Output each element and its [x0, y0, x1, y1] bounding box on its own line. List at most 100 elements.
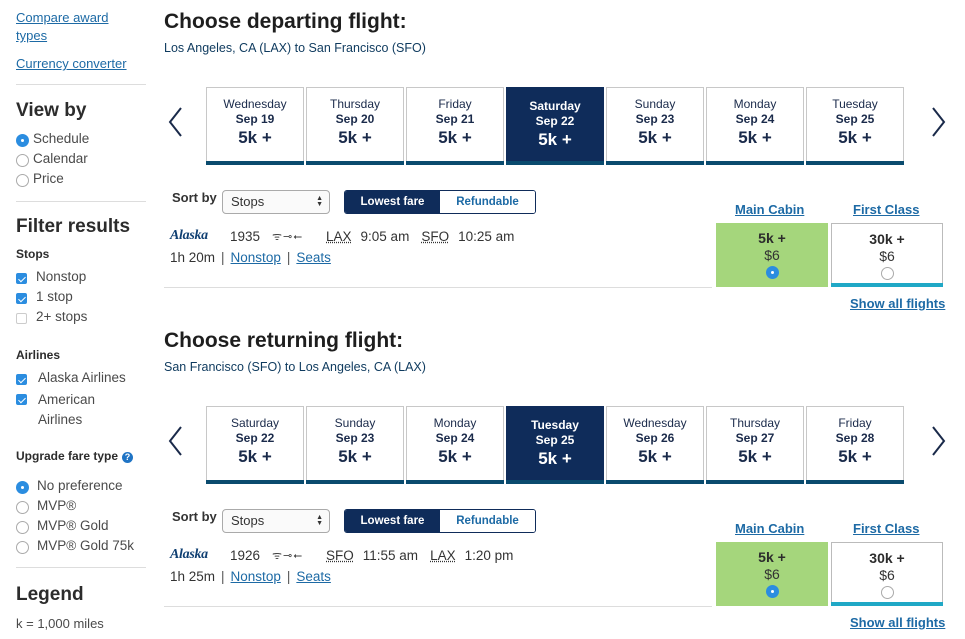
upgrade-mvp[interactable]: MVP® [16, 498, 76, 514]
filter-1-stop[interactable]: 1 stop [16, 289, 73, 304]
lowest-fare-tab[interactable]: Lowest fare [345, 191, 440, 213]
usb-icon: ⭠ [293, 230, 304, 243]
show-all-flights-link[interactable]: Show all flights [850, 296, 945, 311]
first-class-header[interactable]: First Class [853, 521, 919, 536]
view-by-price[interactable]: Price [16, 171, 64, 187]
legend-text: k = 1,000 miles [16, 616, 104, 631]
radio-selected-icon[interactable] [16, 481, 29, 494]
date-tab[interactable]: Monday Sep 24 5k + [706, 87, 804, 165]
upgrade-mvp-gold-75k[interactable]: MVP® Gold 75k [16, 538, 134, 554]
radio-icon[interactable] [880, 586, 894, 599]
main-cabin-fare[interactable]: 5k + $6 [716, 542, 828, 606]
nonstop-link[interactable]: Nonstop [231, 569, 281, 584]
date-tab[interactable]: Wednesday Sep 26 5k + [606, 406, 704, 484]
view-by-calendar[interactable]: Calendar [16, 151, 88, 167]
date-tab[interactable]: Wednesday Sep 19 5k + [206, 87, 304, 165]
view-by-schedule[interactable]: Schedule [16, 131, 89, 147]
filter-2plus-stops[interactable]: 2+ stops [16, 309, 87, 324]
date-tab-price: 5k + [738, 128, 772, 147]
main-cabin-fare[interactable]: 5k + $6 [716, 223, 828, 287]
date-tab-day: Wednesday [623, 416, 687, 430]
upgrade-no-preference[interactable]: No preference [16, 478, 123, 494]
filter-results-heading: Filter results [16, 216, 131, 237]
prev-dates-arrow[interactable] [166, 421, 186, 461]
radio-icon[interactable] [16, 521, 29, 534]
date-tab[interactable]: Tuesday Sep 25 5k + [806, 87, 904, 165]
first-class-fare[interactable]: 30k + $6 [831, 223, 943, 287]
main-cabin-header[interactable]: Main Cabin [735, 521, 804, 536]
sort-by-select[interactable]: Stops ▲ ▼ [222, 190, 330, 214]
divider [16, 201, 146, 202]
upgrade-mvp-gold[interactable]: MVP® Gold [16, 518, 108, 534]
sort-by-label: Sort by [172, 190, 217, 205]
checkbox-checked-icon[interactable] [16, 293, 27, 304]
checkbox-checked-icon[interactable] [16, 374, 27, 385]
sort-by-select[interactable]: Stops ▲ ▼ [222, 509, 330, 533]
date-tab[interactable]: Tuesday Sep 25 5k + [506, 406, 604, 484]
checkbox-checked-icon[interactable] [16, 394, 27, 405]
filter-alaska-airlines[interactable]: Alaska Airlines [16, 370, 126, 385]
flight-row: Alaska 1926 ᯤ⊸⭠ SFO 11:55 am LAX 1:20 pm… [170, 547, 514, 584]
origin-airport[interactable]: LAX [326, 229, 352, 244]
chevron-left-icon [168, 426, 182, 456]
seats-link[interactable]: Seats [296, 569, 331, 584]
compare-award-types-link[interactable]: Compare award types [16, 9, 136, 45]
radio-icon[interactable] [16, 174, 29, 187]
date-tab[interactable]: Thursday Sep 20 5k + [306, 87, 404, 165]
first-class-fare[interactable]: 30k + $6 [831, 542, 943, 606]
destination-airport[interactable]: LAX [430, 548, 456, 563]
radio-selected-icon[interactable] [765, 266, 779, 279]
refundable-tab[interactable]: Refundable [440, 191, 535, 213]
select-arrows-icon: ▲ ▼ [316, 195, 323, 208]
radio-icon[interactable] [16, 541, 29, 554]
currency-converter-link[interactable]: Currency converter [16, 55, 127, 73]
radio-icon[interactable] [16, 154, 29, 167]
date-tab[interactable]: Saturday Sep 22 5k + [206, 406, 304, 484]
date-tab-day: Thursday [329, 97, 381, 111]
date-tab[interactable]: Saturday Sep 22 5k + [506, 87, 604, 165]
date-tab[interactable]: Friday Sep 28 5k + [806, 406, 904, 484]
date-tab-date: Sep 21 [435, 112, 475, 126]
date-tab-date: Sep 23 [635, 112, 675, 126]
arrive-time: 10:25 am [458, 228, 515, 244]
radio-icon[interactable] [880, 267, 894, 280]
first-class-header[interactable]: First Class [853, 202, 919, 217]
filter-nonstop[interactable]: Nonstop [16, 269, 86, 284]
seats-link[interactable]: Seats [296, 250, 331, 265]
main-cabin-header[interactable]: Main Cabin [735, 202, 804, 217]
filter-american-airlines[interactable]: American Airlines [16, 390, 95, 430]
fare-type-toggle: Lowest fare Refundable [344, 190, 536, 214]
next-dates-arrow[interactable] [928, 102, 948, 142]
radio-icon[interactable] [16, 501, 29, 514]
departing-section: Choose departing flight: Los Angeles, CA… [164, 10, 965, 320]
date-tab[interactable]: Monday Sep 24 5k + [406, 406, 504, 484]
next-dates-arrow[interactable] [928, 421, 948, 461]
radio-selected-icon[interactable] [765, 585, 779, 598]
date-tab-price: 5k + [738, 447, 772, 466]
show-all-flights-link[interactable]: Show all flights [850, 615, 945, 630]
route-text: San Francisco (SFO) to Los Angeles, CA (… [164, 360, 426, 374]
view-by-heading: View by [16, 100, 87, 121]
legend-heading: Legend [16, 584, 84, 605]
radio-selected-icon[interactable] [16, 134, 29, 147]
date-tab[interactable]: Sunday Sep 23 5k + [306, 406, 404, 484]
lowest-fare-tab[interactable]: Lowest fare [345, 510, 440, 532]
checkbox-checked-icon[interactable] [16, 273, 27, 284]
nonstop-link[interactable]: Nonstop [231, 250, 281, 265]
help-icon[interactable]: ? [122, 452, 134, 463]
destination-airport[interactable]: SFO [421, 229, 449, 244]
checkbox-icon[interactable] [16, 313, 27, 324]
prev-dates-arrow[interactable] [166, 102, 186, 142]
origin-airport[interactable]: SFO [326, 548, 354, 563]
date-tab-date: Sep 28 [835, 431, 875, 445]
date-tab[interactable]: Thursday Sep 27 5k + [706, 406, 804, 484]
date-tab[interactable]: Sunday Sep 23 5k + [606, 87, 704, 165]
date-tab[interactable]: Friday Sep 21 5k + [406, 87, 504, 165]
date-tab-day: Tuesday [531, 418, 579, 432]
date-carousel: Wednesday Sep 19 5k + Thursday Sep 20 5k + Fri… [206, 87, 904, 165]
date-tab-price: 5k + [438, 447, 472, 466]
duration: 1h 20m [170, 250, 216, 265]
refundable-tab[interactable]: Refundable [440, 510, 535, 532]
flight-number: 1935 [230, 228, 261, 244]
sort-by-label: Sort by [172, 509, 217, 524]
